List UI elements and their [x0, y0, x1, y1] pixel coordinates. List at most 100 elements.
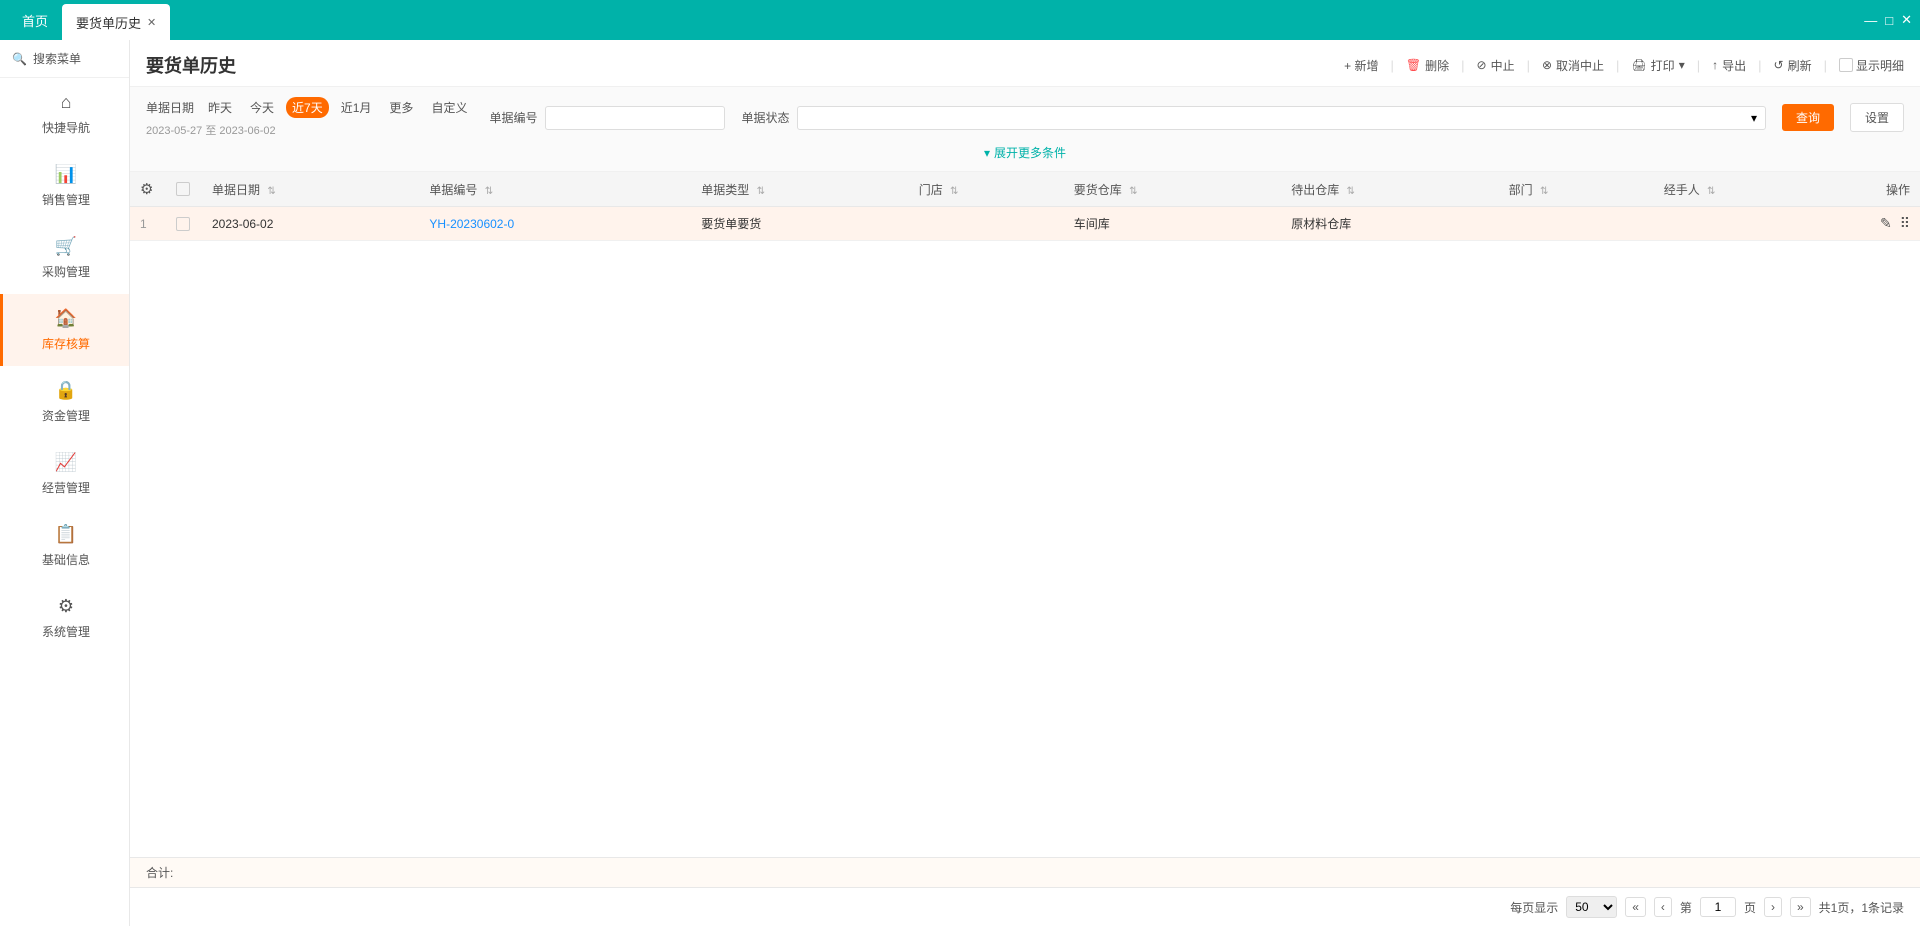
date-btn-custom[interactable]: 自定义 [425, 97, 473, 118]
purchase-mgmt-icon: 🛒 [55, 236, 77, 257]
export-label: 导出 [1722, 57, 1746, 74]
expand-label: 展开更多条件 [994, 144, 1066, 161]
date-range-display: 2023-05-27 至 2023-06-02 [146, 122, 276, 138]
col-checkbox [166, 172, 202, 207]
query-button[interactable]: 查询 [1782, 104, 1834, 131]
store-sort-icon[interactable]: ⇅ [950, 186, 958, 197]
sidebar-search[interactable]: 🔍 搜索菜单 [0, 40, 129, 78]
settings-button[interactable]: 设置 [1850, 103, 1904, 132]
sidebar-item-system-mgmt[interactable]: ⚙ 系统管理 [0, 582, 129, 654]
department-sort-icon[interactable]: ⇅ [1540, 186, 1548, 197]
tab-requisition-history[interactable]: 要货单历史 ✕ [62, 4, 170, 40]
new-button[interactable]: + 新增 [1344, 57, 1378, 74]
search-icon: 🔍 [12, 52, 27, 66]
req-warehouse-sort-icon[interactable]: ⇅ [1129, 186, 1137, 197]
export-button[interactable]: ↑ 导出 [1712, 57, 1746, 74]
system-mgmt-icon: ⚙ [58, 596, 74, 617]
print-label: 打印 [1651, 57, 1675, 74]
date-btn-today[interactable]: 今天 [244, 97, 280, 118]
row-doc-no-link[interactable]: YH-20230602-0 [429, 217, 514, 231]
main-layout: 🔍 搜索菜单 ⌂ 快捷导航 📊 销售管理 🛒 采购管理 🏠 库存核算 🔒 资金管… [0, 40, 1920, 926]
date-btn-1month[interactable]: 近1月 [335, 97, 378, 118]
sidebar-item-sales-mgmt[interactable]: 📊 销售管理 [0, 150, 129, 222]
sep1: | [1390, 58, 1393, 73]
handler-sort-icon[interactable]: ⇅ [1707, 186, 1715, 197]
row-handler [1654, 207, 1840, 241]
table-row: 1 2023-06-02 YH-20230602-0 要货单要货 车间库 原材料… [130, 207, 1920, 241]
page-header: 要货单历史 + 新增 | 🗑 删除 | ⊘ 中止 | ⊗ 取消中止 | [130, 40, 1920, 87]
sidebar-item-operation-label: 经营管理 [42, 479, 90, 496]
col-doc-no: 单据编号 ⇅ [419, 172, 691, 207]
date-options: 昨天 今天 近7天 近1月 更多 自定义 [202, 97, 473, 118]
col-req-warehouse: 要货仓库 ⇅ [1064, 172, 1281, 207]
pagination: 每页显示 10 20 50 100 « ‹ 第 页 › » 共1页，1条记录 [130, 887, 1920, 926]
cancel-suspend-button[interactable]: ⊗ 取消中止 [1542, 57, 1604, 74]
expand-conditions-btn[interactable]: ▾ 展开更多条件 [984, 144, 1066, 161]
row-edit-icon[interactable]: ✎ [1880, 215, 1892, 232]
col-doc-type-label: 单据类型 [701, 183, 749, 197]
top-bar: 首页 要货单历史 ✕ — □ ✕ [0, 0, 1920, 40]
row-check[interactable] [176, 217, 190, 231]
date-filter-group: 单据日期 昨天 今天 近7天 近1月 更多 自定义 2023-05-27 至 2… [146, 97, 473, 138]
tab-close-icon[interactable]: ✕ [147, 16, 156, 29]
delete-button[interactable]: 🗑 删除 [1406, 57, 1449, 74]
display-detail-button[interactable]: 显示明细 [1839, 57, 1904, 74]
doc-no-input[interactable] [545, 106, 725, 130]
sep4: | [1616, 58, 1619, 73]
row-checkbox[interactable] [166, 207, 202, 241]
status-select[interactable]: ▾ [797, 106, 1765, 130]
print-dropdown-icon: ▾ [1679, 58, 1685, 72]
last-page-btn[interactable]: » [1790, 897, 1811, 917]
col-store: 门店 ⇅ [909, 172, 1064, 207]
row-more-icon[interactable]: ⠿ [1900, 215, 1910, 232]
sidebar-item-inventory[interactable]: 🏠 库存核算 [0, 294, 129, 366]
next-page-btn[interactable]: › [1764, 897, 1782, 917]
sidebar-item-purchase-mgmt[interactable]: 🛒 采购管理 [0, 222, 129, 294]
status-label: 单据状态 [741, 109, 789, 126]
sidebar-item-inventory-label: 库存核算 [42, 335, 90, 352]
header-checkbox[interactable] [176, 182, 190, 196]
sidebar-item-quick-nav[interactable]: ⌂ 快捷导航 [0, 78, 129, 150]
row-doc-type: 要货单要货 [691, 207, 908, 241]
doc-no-label: 单据编号 [489, 109, 537, 126]
quick-nav-icon: ⌂ [61, 92, 72, 113]
doc-no-sort-icon[interactable]: ⇅ [485, 186, 493, 197]
col-settings[interactable]: ⚙ [130, 172, 166, 207]
filter-row-1: 单据日期 昨天 今天 近7天 近1月 更多 自定义 2023-05-27 至 2… [146, 97, 1904, 138]
refresh-button[interactable]: ↺ 刷新 [1774, 57, 1812, 74]
sidebar-item-sales-label: 销售管理 [42, 191, 90, 208]
col-department: 部门 ⇅ [1499, 172, 1654, 207]
window-minimize-icon[interactable]: — [1864, 13, 1877, 28]
table-wrap: ⚙ 单据日期 ⇅ 单据编号 ⇅ [130, 172, 1920, 857]
date-btn-more[interactable]: 更多 [383, 97, 419, 118]
sidebar-item-fund-mgmt[interactable]: 🔒 资金管理 [0, 366, 129, 438]
prev-page-btn[interactable]: ‹ [1654, 897, 1672, 917]
sidebar-item-system-label: 系统管理 [42, 623, 90, 640]
doc-date-sort-icon[interactable]: ⇅ [267, 186, 275, 197]
toolbar: + 新增 | 🗑 删除 | ⊘ 中止 | ⊗ 取消中止 | 🖨 [1344, 57, 1904, 74]
sep5: | [1697, 58, 1700, 73]
print-button[interactable]: 🖨 打印 ▾ [1631, 57, 1684, 74]
table-header-row: ⚙ 单据日期 ⇅ 单据编号 ⇅ [130, 172, 1920, 207]
column-settings-icon[interactable]: ⚙ [140, 181, 153, 198]
top-bar-right: — □ ✕ [1864, 12, 1912, 28]
date-btn-yesterday[interactable]: 昨天 [202, 97, 238, 118]
window-maximize-icon[interactable]: □ [1885, 13, 1893, 28]
suspend-icon: ⊘ [1477, 58, 1487, 72]
requisition-history-tab-label: 要货单历史 [76, 13, 141, 32]
pending-warehouse-sort-icon[interactable]: ⇅ [1347, 186, 1355, 197]
window-close-icon[interactable]: ✕ [1901, 12, 1912, 28]
page-number-input[interactable] [1700, 897, 1736, 917]
page-size-select[interactable]: 10 20 50 100 [1566, 896, 1617, 918]
date-btn-7days[interactable]: 近7天 [286, 97, 329, 118]
sidebar-item-operation-mgmt[interactable]: 📈 经营管理 [0, 438, 129, 510]
tab-home[interactable]: 首页 [8, 0, 62, 40]
export-icon: ↑ [1712, 58, 1718, 72]
first-page-btn[interactable]: « [1625, 897, 1646, 917]
suspend-button[interactable]: ⊘ 中止 [1477, 57, 1515, 74]
sep6: | [1758, 58, 1761, 73]
col-req-warehouse-label: 要货仓库 [1074, 183, 1122, 197]
display-detail-checkbox[interactable] [1839, 58, 1853, 72]
doc-type-sort-icon[interactable]: ⇅ [757, 186, 765, 197]
sidebar-item-basic-info[interactable]: 📋 基础信息 [0, 510, 129, 582]
